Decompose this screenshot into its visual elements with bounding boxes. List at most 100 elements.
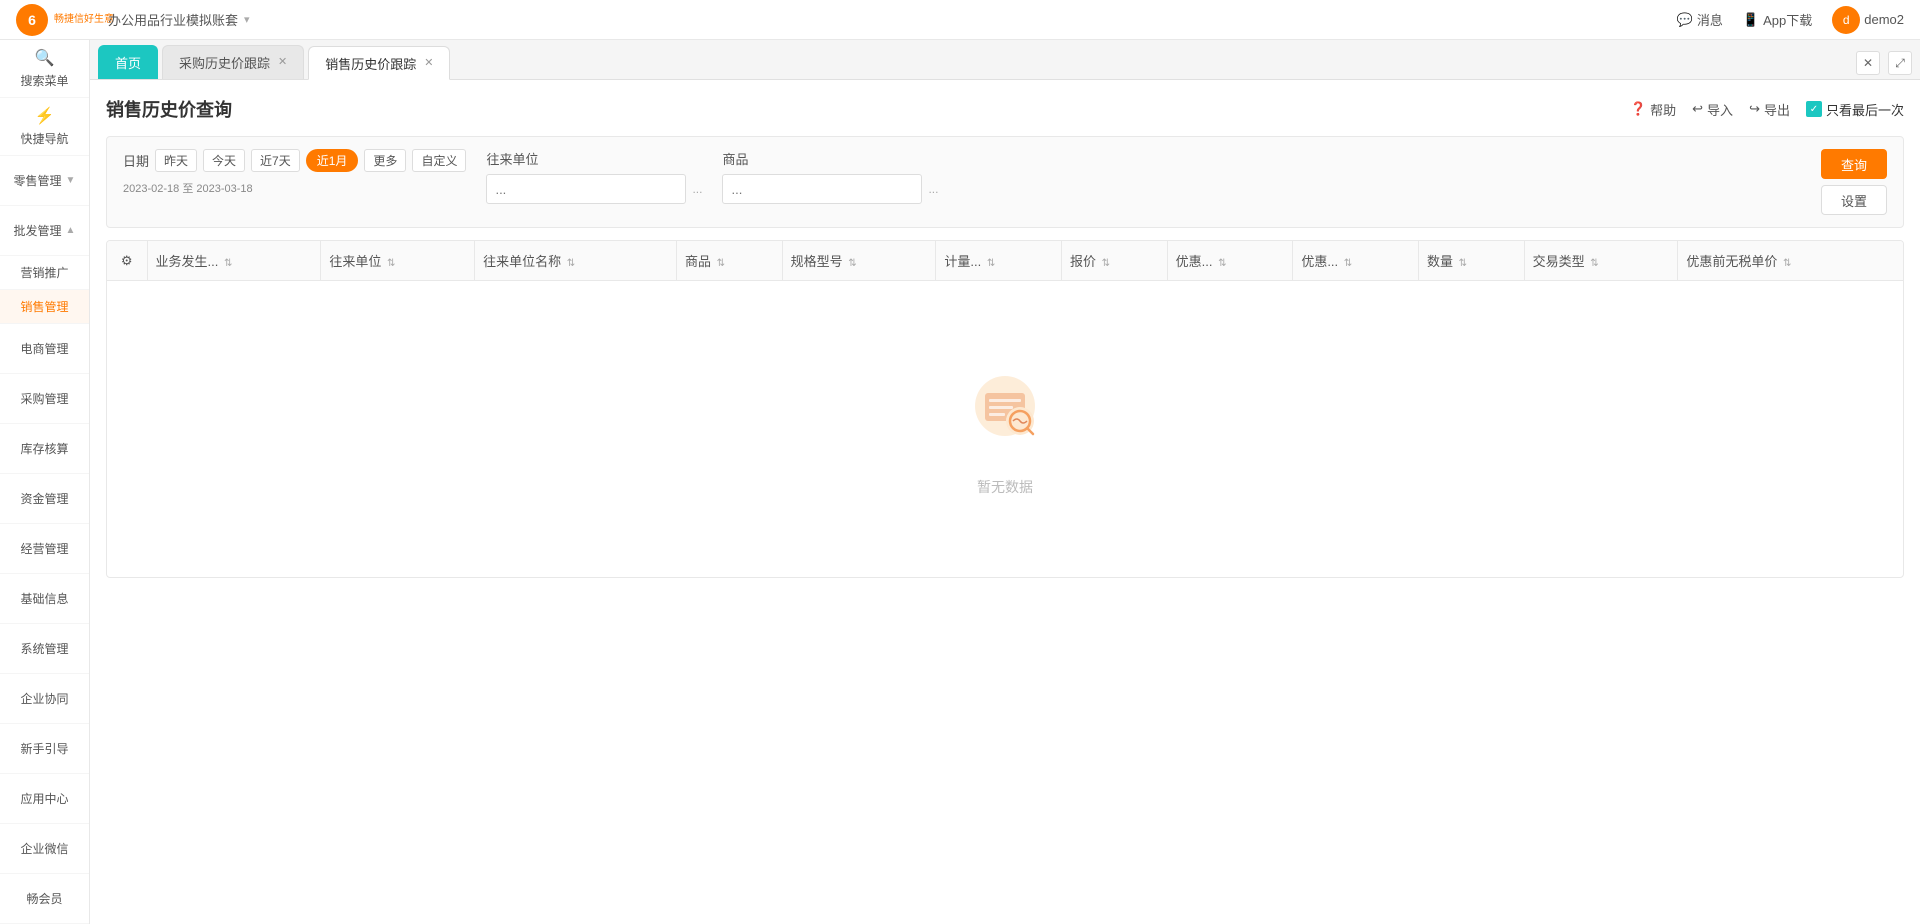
th-pre-tax-price[interactable]: 优惠前无税单价 ⇅ [1678, 241, 1903, 281]
empty-state-icon [955, 361, 1055, 461]
help-btn[interactable]: ❓ 帮助 [1630, 100, 1676, 119]
sort-icon-discount1: ⇅ [1218, 258, 1226, 269]
sidebar-item-ecommerce-mgmt[interactable]: 电商管理 [0, 324, 89, 374]
sidebar-item-marketing-promo[interactable]: 营销推广 [0, 256, 89, 290]
user-profile-btn[interactable]: d demo2 [1832, 6, 1904, 34]
product-filter-group: 商品 ... [722, 149, 938, 204]
th-product[interactable]: 商品 ⇅ [677, 241, 783, 281]
partner-filter-group: 往来单位 ... [486, 149, 702, 204]
partner-input-row: ... [486, 174, 702, 204]
tab-bar: 首页 采购历史价跟踪 ✕ 销售历史价跟踪 ✕ ✕ ⤢ [90, 40, 1920, 80]
close-purchase-history-tab[interactable]: ✕ [278, 57, 287, 68]
chevron-down-icon: ▼ [66, 175, 76, 186]
sort-icon-partner-name: ⇅ [567, 258, 575, 269]
export-btn[interactable]: ↪ 导出 [1749, 100, 1790, 119]
close-all-tabs-btn[interactable]: ✕ [1856, 51, 1880, 75]
th-unit[interactable]: 计量... ⇅ [936, 241, 1062, 281]
partner-input[interactable] [486, 174, 686, 204]
sidebar-item-label: 应用中心 [20, 790, 68, 807]
only-last-checkbox[interactable]: ✓ [1806, 101, 1822, 117]
sidebar-item-operations-mgmt[interactable]: 经营管理 [0, 524, 89, 574]
sidebar-item-label: 经营管理 [20, 540, 68, 557]
tab-sales-history-label: 销售历史价跟踪 [325, 54, 416, 73]
main-layout: 🔍 搜索菜单 ⚡ 快捷导航 零售管理 ▼ 批发管理 ▲ 营销推广 销售管理 电商… [0, 40, 1920, 924]
message-btn[interactable]: 💬 消息 [1677, 10, 1723, 29]
sidebar-item-label: 快捷导航 [20, 130, 68, 147]
only-last-checkbox-label[interactable]: ✓ 只看最后一次 [1806, 100, 1904, 119]
tab-home[interactable]: 首页 [98, 45, 158, 79]
sidebar-item-label: 基础信息 [20, 590, 68, 607]
sidebar-item-enterprise-wechat[interactable]: 企业微信 [0, 824, 89, 874]
sidebar: 🔍 搜索菜单 ⚡ 快捷导航 零售管理 ▼ 批发管理 ▲ 营销推广 销售管理 电商… [0, 40, 90, 924]
filter-main-row: 日期 昨天 今天 近7天 近1月 更多 自定义 2023-02-18 至 202… [123, 149, 1887, 215]
sidebar-item-finance-mgmt[interactable]: 资金管理 [0, 474, 89, 524]
partner-dots: ... [692, 182, 702, 196]
sidebar-item-label: 批发管理 [14, 222, 62, 239]
logo-text: 畅捷信好生意 [54, 13, 114, 26]
sidebar-item-app-center[interactable]: 应用中心 [0, 774, 89, 824]
page-title-bar: 销售历史价查询 ❓ 帮助 ↩ 导入 ↪ 导出 ✓ [106, 96, 1904, 122]
sidebar-item-label: 企业微信 [20, 840, 68, 857]
th-quantity[interactable]: 数量 ⇅ [1418, 241, 1524, 281]
product-dots: ... [928, 182, 938, 196]
filter-settings-btn[interactable]: 设置 [1821, 185, 1887, 215]
sidebar-item-label: 资金管理 [20, 490, 68, 507]
sidebar-item-inventory-calc[interactable]: 库存核算 [0, 424, 89, 474]
th-settings[interactable]: ⚙ [107, 241, 147, 281]
th-partner-code[interactable]: 往来单位 ⇅ [321, 241, 475, 281]
date-btn-7days[interactable]: 近7天 [251, 149, 300, 172]
chevron-up-icon: ▲ [66, 225, 76, 236]
sidebar-item-wholesale-mgmt[interactable]: 批发管理 ▲ [0, 206, 89, 256]
sidebar-item-sales-mgmt[interactable]: 销售管理 [0, 290, 89, 324]
th-discount2[interactable]: 优惠... ⇅ [1293, 241, 1419, 281]
sidebar-item-label: 营销推广 [20, 266, 68, 280]
date-btn-yesterday[interactable]: 昨天 [155, 149, 197, 172]
tab-purchase-history[interactable]: 采购历史价跟踪 ✕ [162, 45, 304, 79]
date-btn-more[interactable]: 更多 [364, 149, 406, 172]
product-filter-label: 商品 [722, 149, 748, 168]
empty-state-text: 暂无数据 [977, 477, 1033, 497]
sidebar-item-basic-info[interactable]: 基础信息 [0, 574, 89, 624]
sidebar-item-label: 新手引导 [20, 740, 68, 757]
page-title: 销售历史价查询 [106, 96, 232, 122]
sidebar-item-retail-mgmt[interactable]: 零售管理 ▼ [0, 156, 89, 206]
table-header-row: ⚙ 业务发生... ⇅ 往来单位 ⇅ 往来单位名称 ⇅ 商品 ⇅ 规格型号 ⇅ … [107, 241, 1903, 281]
import-btn[interactable]: ↩ 导入 [1692, 100, 1733, 119]
sort-icon-quoted-price: ⇅ [1102, 258, 1110, 269]
th-trade-type[interactable]: 交易类型 ⇅ [1524, 241, 1678, 281]
sidebar-item-quick-nav[interactable]: ⚡ 快捷导航 [0, 98, 89, 156]
tab-purchase-history-label: 采购历史价跟踪 [179, 53, 270, 72]
sidebar-item-member-card[interactable]: 畅会员 [0, 874, 89, 924]
table-container: ⚙ 业务发生... ⇅ 往来单位 ⇅ 往来单位名称 ⇅ 商品 ⇅ 规格型号 ⇅ … [106, 240, 1904, 578]
th-discount1[interactable]: 优惠... ⇅ [1167, 241, 1293, 281]
date-btn-1month[interactable]: 近1月 [306, 149, 359, 172]
th-partner-name[interactable]: 往来单位名称 ⇅ [475, 241, 677, 281]
date-btn-today[interactable]: 今天 [203, 149, 245, 172]
page-content: 销售历史价查询 ❓ 帮助 ↩ 导入 ↪ 导出 ✓ [90, 80, 1920, 924]
sort-icon-quantity: ⇅ [1459, 258, 1467, 269]
date-btn-custom[interactable]: 自定义 [412, 149, 466, 172]
close-sales-history-tab[interactable]: ✕ [424, 58, 433, 69]
product-input[interactable] [722, 174, 922, 204]
search-btn[interactable]: 查询 [1821, 149, 1887, 179]
th-spec[interactable]: 规格型号 ⇅ [782, 241, 936, 281]
sort-icon-spec: ⇅ [848, 258, 856, 269]
logo-area: 6 畅捷信好生意 [16, 4, 96, 36]
sidebar-item-label: 搜索菜单 [20, 72, 68, 89]
tab-sales-history[interactable]: 销售历史价跟踪 ✕ [308, 46, 450, 80]
sidebar-item-system-mgmt[interactable]: 系统管理 [0, 624, 89, 674]
maximize-btn[interactable]: ⤢ [1888, 51, 1912, 75]
sidebar-item-label: 企业协同 [20, 690, 68, 707]
sidebar-item-search-menu[interactable]: 🔍 搜索菜单 [0, 40, 89, 98]
th-quoted-price[interactable]: 报价 ⇅ [1062, 241, 1168, 281]
sidebar-item-enterprise-agreement[interactable]: 企业协同 [0, 674, 89, 724]
sort-icon-product: ⇅ [717, 258, 725, 269]
app-download-icon: 📱 [1743, 12, 1759, 28]
date-filter-label: 日期 [123, 151, 149, 170]
tab-home-label: 首页 [115, 53, 141, 72]
th-biz-date[interactable]: 业务发生... ⇅ [147, 241, 321, 281]
app-download-btn[interactable]: 📱 App下载 [1743, 10, 1812, 29]
workspace-selector[interactable]: 办公用品行业模拟账套 ▾ [108, 10, 1665, 29]
sidebar-item-beginner-guide[interactable]: 新手引导 [0, 724, 89, 774]
sidebar-item-purchase-mgmt[interactable]: 采购管理 [0, 374, 89, 424]
